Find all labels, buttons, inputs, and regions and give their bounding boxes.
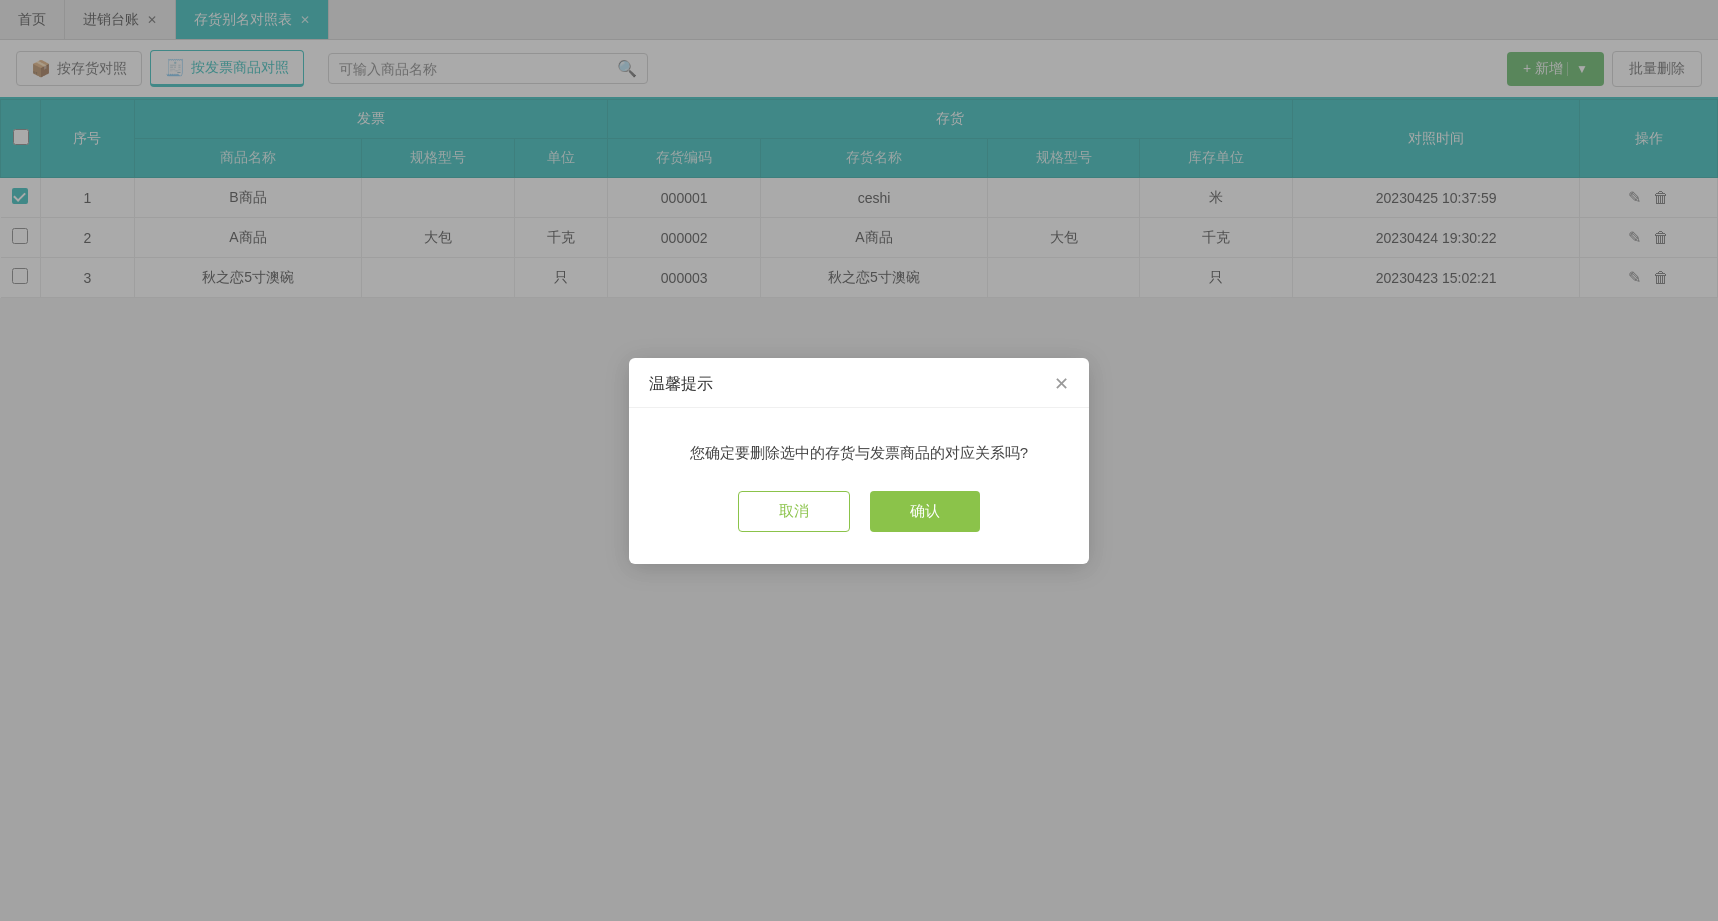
modal-overlay: 温馨提示 ✕ 您确定要删除选中的存货与发票商品的对应关系吗? 取消 确认 <box>0 0 1718 298</box>
